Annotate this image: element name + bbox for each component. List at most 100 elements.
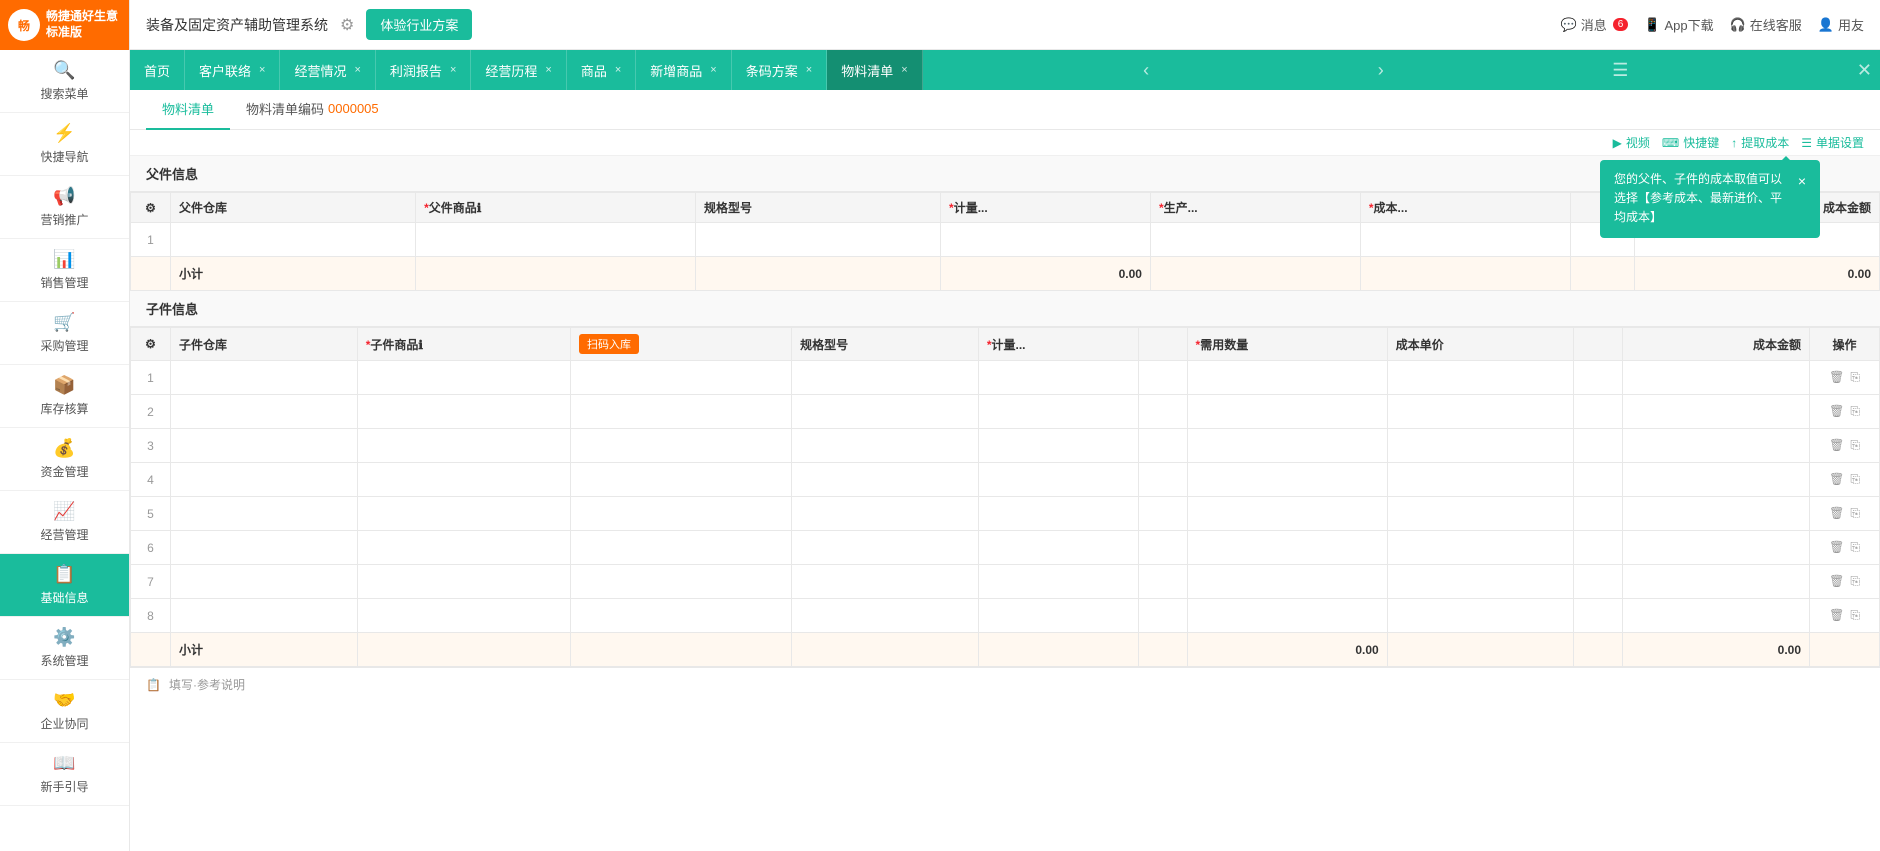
tab-history[interactable]: 经营历程 ×	[471, 50, 566, 90]
copy-icon[interactable]: ⎘	[1850, 370, 1860, 385]
child-cell-product[interactable]	[357, 565, 570, 599]
child-cell-unit[interactable]	[978, 565, 1138, 599]
parent-cell-spec[interactable]	[695, 223, 940, 257]
child-cell-spec[interactable]	[792, 497, 979, 531]
delete-icon[interactable]: 🗑	[1829, 608, 1844, 623]
sidebar-item-guide[interactable]: 📖 新手引导	[0, 743, 129, 806]
sidebar-item-sales[interactable]: 📊 销售管理	[0, 239, 129, 302]
child-cell-unitcost[interactable]	[1387, 361, 1574, 395]
subtab-bom-list[interactable]: 物料清单	[146, 90, 230, 130]
delete-icon[interactable]: 🗑	[1829, 370, 1844, 385]
copy-icon[interactable]: ⎘	[1850, 608, 1860, 623]
child-cell-product[interactable]	[357, 531, 570, 565]
child-cell-spec[interactable]	[792, 565, 979, 599]
sidebar-item-search[interactable]: 🔍 搜索菜单	[0, 50, 129, 113]
copy-icon[interactable]: ⎘	[1850, 438, 1860, 453]
child-cell-spec[interactable]	[792, 463, 979, 497]
child-cell-warehouse[interactable]	[171, 565, 358, 599]
message-button[interactable]: 💬 消息 6	[1561, 15, 1629, 34]
parent-cell-produce[interactable]	[1150, 223, 1360, 257]
parent-cell-product[interactable]	[416, 223, 696, 257]
settings-gear-icon[interactable]: ⚙	[340, 15, 354, 35]
scan-button[interactable]: 扫码入库	[579, 334, 639, 354]
child-cell-warehouse[interactable]	[171, 395, 358, 429]
child-cell-unitcost[interactable]	[1387, 497, 1574, 531]
child-cell-product[interactable]	[357, 497, 570, 531]
sidebar-item-marketing[interactable]: 📢 营销推广	[0, 176, 129, 239]
child-cell-unitcost[interactable]	[1387, 395, 1574, 429]
tab-close-new-product[interactable]: ×	[710, 64, 716, 76]
tab-menu[interactable]: ☰	[1604, 60, 1636, 81]
copy-icon[interactable]: ⎘	[1850, 404, 1860, 419]
child-cell-unitcost[interactable]	[1387, 429, 1574, 463]
child-cell-unitcost[interactable]	[1387, 463, 1574, 497]
delete-icon[interactable]: 🗑	[1829, 540, 1844, 555]
sidebar-item-basic-info[interactable]: 📋 基础信息	[0, 554, 129, 617]
tab-close-all[interactable]: ✕	[1849, 60, 1880, 81]
copy-icon[interactable]: ⎘	[1850, 506, 1860, 521]
child-cell-qty[interactable]	[1187, 565, 1387, 599]
child-cell-warehouse[interactable]	[171, 599, 358, 633]
child-cell-qty[interactable]	[1187, 531, 1387, 565]
child-cell-spec[interactable]	[792, 395, 979, 429]
tab-customer[interactable]: 客户联络 ×	[185, 50, 280, 90]
tooltip-close-button[interactable]: ×	[1798, 170, 1806, 192]
tab-scroll-right[interactable]: ›	[1370, 60, 1392, 81]
parent-cell-unit[interactable]	[941, 223, 1151, 257]
child-cell-qty[interactable]	[1187, 599, 1387, 633]
parent-cell-cost[interactable]	[1360, 223, 1570, 257]
child-cell-unitcost[interactable]	[1387, 565, 1574, 599]
child-cell-spec[interactable]	[792, 599, 979, 633]
tab-close-business[interactable]: ×	[354, 64, 360, 76]
child-cell-unit[interactable]	[978, 463, 1138, 497]
video-button[interactable]: ▶ 视频	[1613, 134, 1650, 151]
child-cell-unit[interactable]	[978, 599, 1138, 633]
child-cell-unit[interactable]	[978, 497, 1138, 531]
delete-icon[interactable]: 🗑	[1829, 472, 1844, 487]
shortcut-button[interactable]: ⌨ 快捷键	[1662, 134, 1719, 151]
child-cell-unit[interactable]	[978, 531, 1138, 565]
child-cell-qty[interactable]	[1187, 395, 1387, 429]
tab-business[interactable]: 经营情况 ×	[280, 50, 375, 90]
child-cell-unit[interactable]	[978, 361, 1138, 395]
child-cell-product[interactable]	[357, 463, 570, 497]
sidebar-item-operations[interactable]: 📈 经营管理	[0, 491, 129, 554]
delete-icon[interactable]: 🗑	[1829, 438, 1844, 453]
copy-icon[interactable]: ⎘	[1850, 574, 1860, 589]
copy-icon[interactable]: ⎘	[1850, 472, 1860, 487]
tab-bom[interactable]: 物料清单 ×	[827, 50, 922, 90]
tab-close-history[interactable]: ×	[545, 64, 551, 76]
child-cell-warehouse[interactable]	[171, 361, 358, 395]
child-cell-qty[interactable]	[1187, 361, 1387, 395]
sidebar-item-finance[interactable]: 💰 资金管理	[0, 428, 129, 491]
child-cell-product[interactable]	[357, 599, 570, 633]
child-cell-warehouse[interactable]	[171, 429, 358, 463]
doc-settings-button[interactable]: ☰ 单据设置	[1801, 134, 1864, 151]
child-cell-unitcost[interactable]	[1387, 599, 1574, 633]
tab-new-product[interactable]: 新增商品 ×	[636, 50, 731, 90]
tab-close-profit[interactable]: ×	[450, 64, 456, 76]
child-cell-unit[interactable]	[978, 429, 1138, 463]
child-cell-spec[interactable]	[792, 531, 979, 565]
sidebar-item-inventory[interactable]: 📦 库存核算	[0, 365, 129, 428]
child-cell-qty[interactable]	[1187, 463, 1387, 497]
child-cell-product[interactable]	[357, 429, 570, 463]
parent-cell-warehouse[interactable]	[171, 223, 416, 257]
child-cell-qty[interactable]	[1187, 497, 1387, 531]
delete-icon[interactable]: 🗑	[1829, 574, 1844, 589]
user-button[interactable]: 👤 用友	[1818, 15, 1864, 34]
child-cell-warehouse[interactable]	[171, 531, 358, 565]
child-cell-unit[interactable]	[978, 395, 1138, 429]
child-cell-spec[interactable]	[792, 361, 979, 395]
sidebar-item-enterprise[interactable]: 🤝 企业协同	[0, 680, 129, 743]
child-cell-warehouse[interactable]	[171, 463, 358, 497]
child-cell-qty[interactable]	[1187, 429, 1387, 463]
online-service-button[interactable]: 🎧 在线客服	[1730, 15, 1802, 34]
extract-cost-button[interactable]: ↑ 提取成本	[1731, 134, 1789, 151]
tab-scroll-left[interactable]: ‹	[1135, 60, 1157, 81]
copy-icon[interactable]: ⎘	[1850, 540, 1860, 555]
delete-icon[interactable]: 🗑	[1829, 506, 1844, 521]
delete-icon[interactable]: 🗑	[1829, 404, 1844, 419]
tab-profit[interactable]: 利润报告 ×	[376, 50, 471, 90]
subtab-bom-code[interactable]: 物料清单编码 0000005	[230, 90, 395, 130]
